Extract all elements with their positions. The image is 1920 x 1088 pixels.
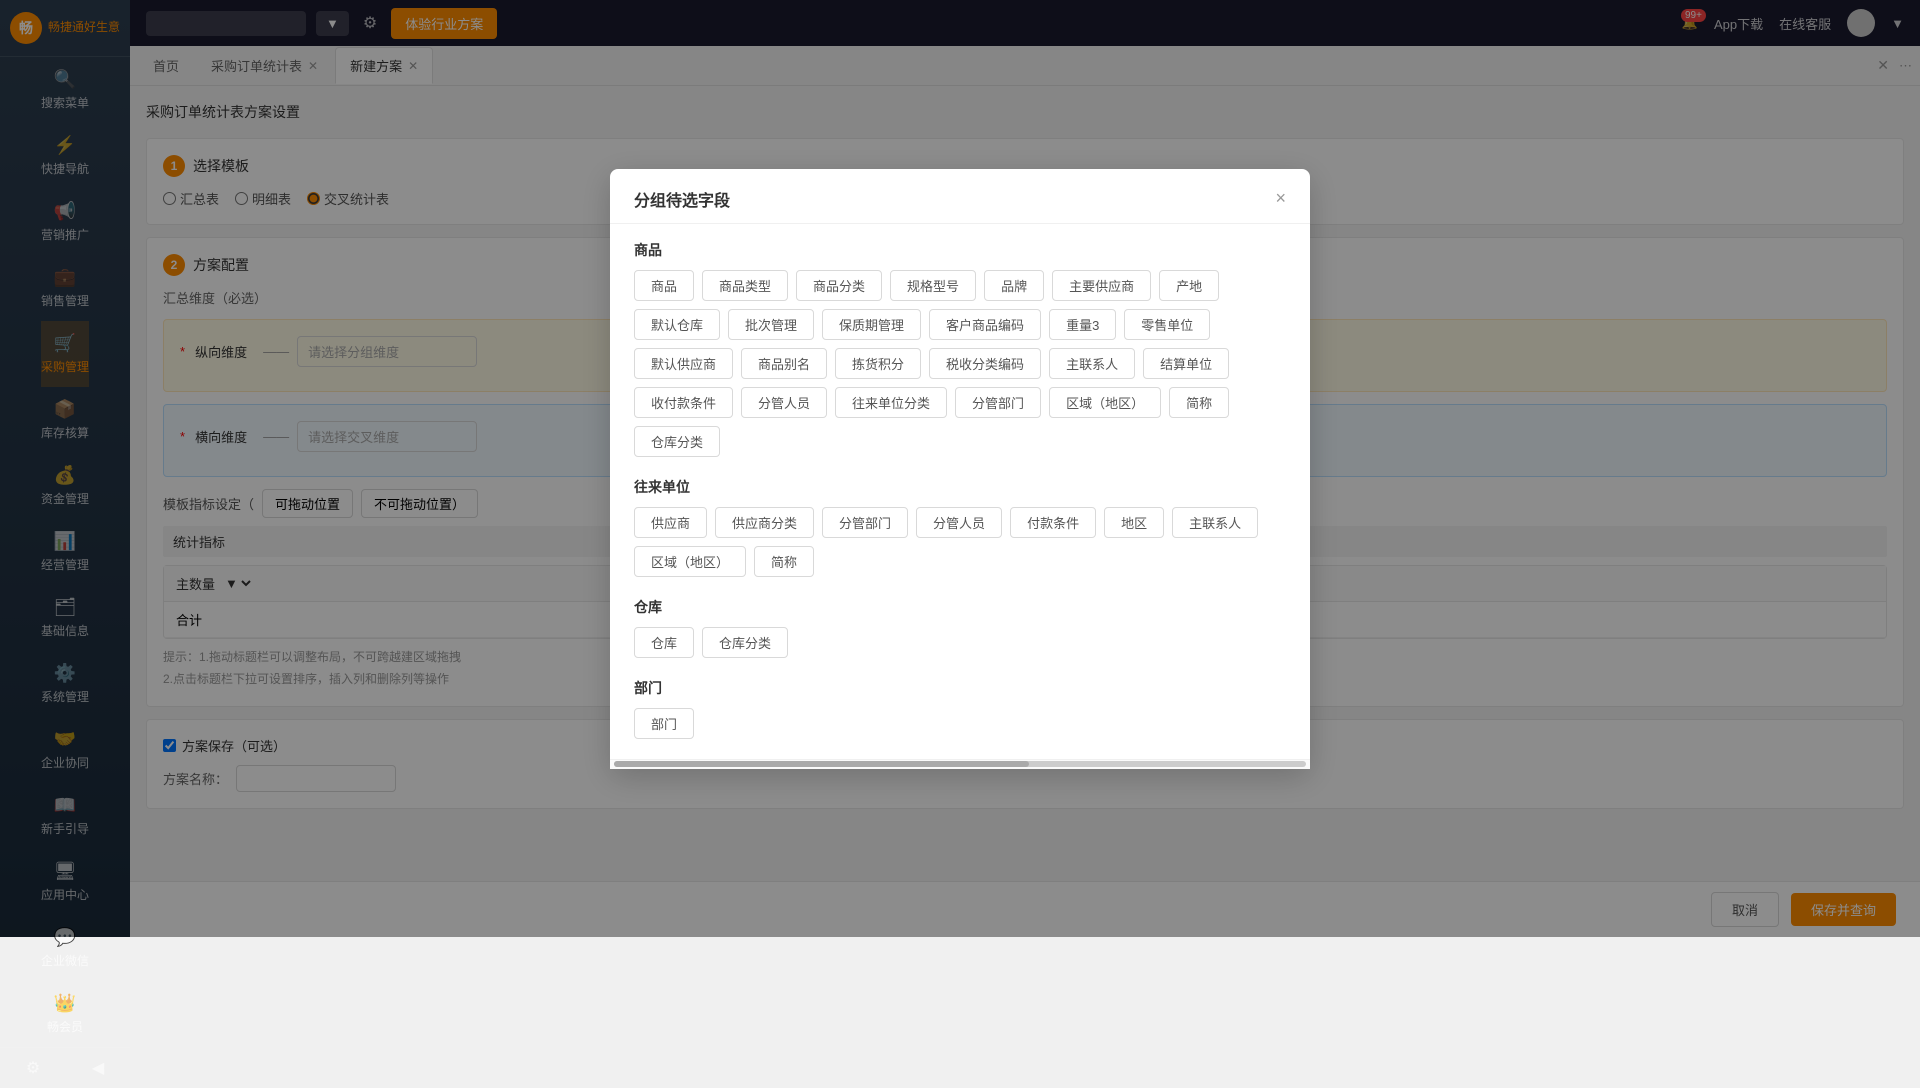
field-tag-0-5[interactable]: 主要供应商 [1052, 270, 1151, 301]
sidebar-item-14[interactable]: 👑 畅会员 [41, 981, 89, 1047]
field-group-title-0: 商品 [634, 240, 1286, 260]
field-tag-0-24[interactable]: 简称 [1169, 387, 1229, 418]
field-select-modal: 分组待选字段 × 商品商品商品类型商品分类规格型号品牌主要供应商产地默认仓库批次… [610, 169, 1310, 769]
field-tag-0-2[interactable]: 商品分类 [796, 270, 882, 301]
field-tag-0-19[interactable]: 收付款条件 [634, 387, 733, 418]
modal-horizontal-scrollbar[interactable] [610, 759, 1310, 768]
field-tag-1-6[interactable]: 主联系人 [1172, 507, 1258, 538]
collapse-icon[interactable]: ◀ [92, 1058, 104, 1078]
field-tag-1-7[interactable]: 区域（地区） [634, 546, 746, 577]
modal-overlay: 分组待选字段 × 商品商品商品类型商品分类规格型号品牌主要供应商产地默认仓库批次… [0, 0, 1920, 937]
field-tag-3-0[interactable]: 部门 [634, 708, 694, 739]
field-tag-0-23[interactable]: 区域（地区） [1049, 387, 1161, 418]
field-tag-0-20[interactable]: 分管人员 [741, 387, 827, 418]
field-tag-0-15[interactable]: 拣货积分 [835, 348, 921, 379]
field-tag-1-0[interactable]: 供应商 [634, 507, 707, 538]
field-tag-1-1[interactable]: 供应商分类 [715, 507, 814, 538]
sidebar-label-13: 企业微信 [41, 952, 89, 969]
field-tag-0-21[interactable]: 往来单位分类 [835, 387, 947, 418]
sidebar-label-14: 畅会员 [47, 1018, 83, 1035]
field-tag-0-12[interactable]: 零售单位 [1124, 309, 1210, 340]
sidebar-icon-14: 👑 [54, 993, 76, 1014]
modal-close-button[interactable]: × [1275, 188, 1286, 209]
field-tag-0-4[interactable]: 品牌 [984, 270, 1044, 301]
field-group-0: 商品商品商品类型商品分类规格型号品牌主要供应商产地默认仓库批次管理保质期管理客户… [634, 240, 1286, 457]
field-tag-0-16[interactable]: 税收分类编码 [929, 348, 1041, 379]
settings-bottom-icon[interactable]: ⚙ [26, 1058, 40, 1078]
field-tag-2-1[interactable]: 仓库分类 [702, 627, 788, 658]
modal-body: 商品商品商品类型商品分类规格型号品牌主要供应商产地默认仓库批次管理保质期管理客户… [610, 224, 1310, 760]
field-tag-0-3[interactable]: 规格型号 [890, 270, 976, 301]
field-tag-0-0[interactable]: 商品 [634, 270, 694, 301]
field-tag-0-1[interactable]: 商品类型 [702, 270, 788, 301]
field-tag-0-17[interactable]: 主联系人 [1049, 348, 1135, 379]
field-group-1: 往来单位供应商供应商分类分管部门分管人员付款条件地区主联系人区域（地区） 简称 [634, 477, 1286, 577]
field-tag-0-13[interactable]: 默认供应商 [634, 348, 733, 379]
field-tags-3: 部门 [634, 708, 1286, 739]
modal-title: 分组待选字段 [634, 187, 730, 211]
field-tag-0-7[interactable]: 默认仓库 [634, 309, 720, 340]
field-tag-1-5[interactable]: 地区 [1104, 507, 1164, 538]
field-tag-0-14[interactable]: 商品别名 [741, 348, 827, 379]
modal-header: 分组待选字段 × [610, 169, 1310, 224]
field-group-3: 部门部门 [634, 678, 1286, 739]
field-tag-0-9[interactable]: 保质期管理 [822, 309, 921, 340]
field-tags-0: 商品商品类型商品分类规格型号品牌主要供应商产地默认仓库批次管理保质期管理客户商品… [634, 270, 1286, 457]
field-tag-2-0[interactable]: 仓库 [634, 627, 694, 658]
field-group-title-3: 部门 [634, 678, 1286, 698]
field-tag-0-22[interactable]: 分管部门 [955, 387, 1041, 418]
field-tag-1-4[interactable]: 付款条件 [1010, 507, 1096, 538]
field-tag-1-8[interactable]: 简称 [754, 546, 814, 577]
field-tag-0-11[interactable]: 重量3 [1049, 309, 1116, 340]
sidebar-bottom: ⚙ ◀ [0, 1047, 130, 1088]
field-tag-0-8[interactable]: 批次管理 [728, 309, 814, 340]
field-group-2: 仓库仓库仓库分类 [634, 597, 1286, 658]
field-tag-1-3[interactable]: 分管人员 [916, 507, 1002, 538]
field-tag-0-18[interactable]: 结算单位 [1143, 348, 1229, 379]
field-tags-1: 供应商供应商分类分管部门分管人员付款条件地区主联系人区域（地区） 简称 [634, 507, 1286, 577]
field-tag-0-25[interactable]: 仓库分类 [634, 426, 720, 457]
field-tag-1-2[interactable]: 分管部门 [822, 507, 908, 538]
field-group-title-2: 仓库 [634, 597, 1286, 617]
field-tag-0-6[interactable]: 产地 [1159, 270, 1219, 301]
field-tag-0-10[interactable]: 客户商品编码 [929, 309, 1041, 340]
field-group-title-1: 往来单位 [634, 477, 1286, 497]
field-tags-2: 仓库仓库分类 [634, 627, 1286, 658]
